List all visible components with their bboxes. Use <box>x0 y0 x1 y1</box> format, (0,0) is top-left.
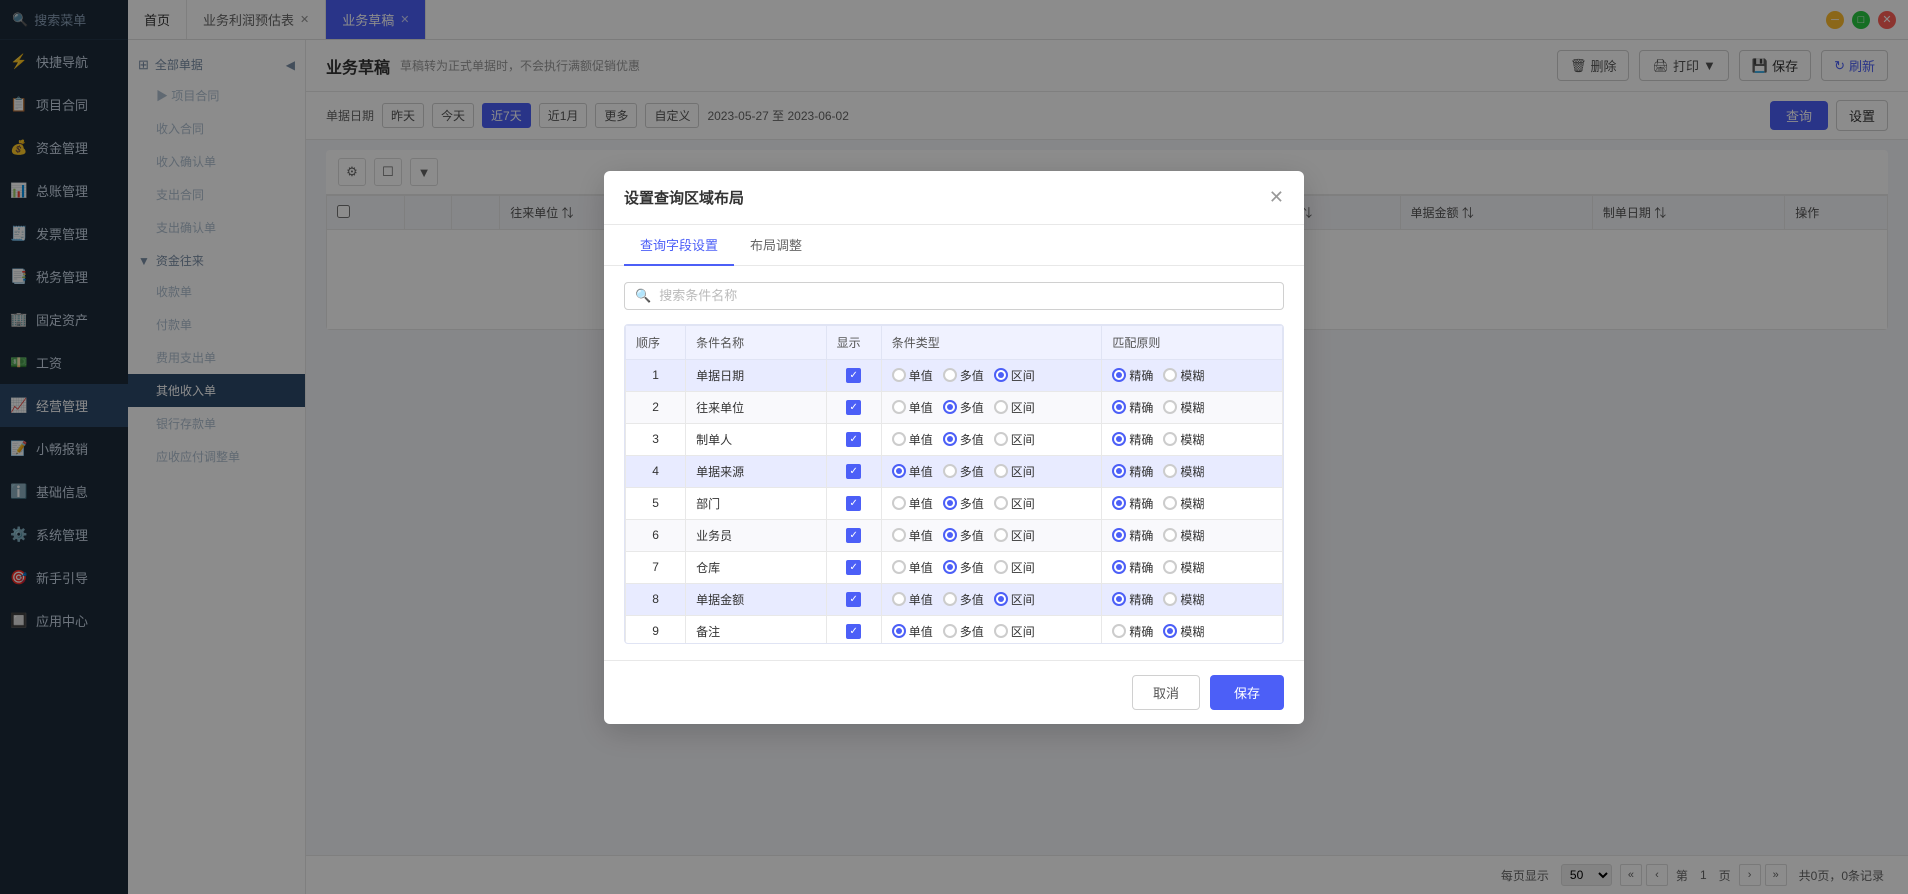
modal-search-icon: 🔍 <box>635 288 651 304</box>
cancel-button[interactable]: 取消 <box>1132 675 1200 710</box>
modal-tab-layout[interactable]: 布局调整 <box>734 225 818 266</box>
table-row: 4 单据来源 ✓ 单值 多值 区间 <box>626 455 1283 487</box>
table-row: 9 备注 ✓ 单值 多值 区间 <box>626 615 1283 644</box>
table-row: 1 单据日期 ✓ 单值 多值 区间 <box>626 359 1283 391</box>
modal-table-wrap: 顺序 条件名称 显示 条件类型 匹配原则 1 单据日期 ✓ <box>624 324 1284 644</box>
settings-modal: 设置查询区域布局 ✕ 查询字段设置 布局调整 🔍 <box>604 171 1304 724</box>
show-checkbox-1[interactable]: ✓ <box>846 368 861 383</box>
table-row: 3 制单人 ✓ 单值 多值 区间 <box>626 423 1283 455</box>
modal-header: 设置查询区域布局 ✕ <box>604 171 1304 225</box>
table-row: 5 部门 ✓ 单值 多值 区间 <box>626 487 1283 519</box>
modal-title: 设置查询区域布局 <box>624 187 744 208</box>
modal-save-button[interactable]: 保存 <box>1210 675 1284 710</box>
modal-close-button[interactable]: ✕ <box>1269 188 1284 206</box>
show-checkbox-4[interactable]: ✓ <box>846 464 861 479</box>
match-exact-1[interactable]: 精确 <box>1112 367 1153 384</box>
modal-tab-fields[interactable]: 查询字段设置 <box>624 225 734 266</box>
show-checkbox-8[interactable]: ✓ <box>846 592 861 607</box>
modal-footer: 取消 保存 <box>604 660 1304 724</box>
show-checkbox-5[interactable]: ✓ <box>846 496 861 511</box>
table-row: 6 业务员 ✓ 单值 多值 区间 <box>626 519 1283 551</box>
modal-table: 顺序 条件名称 显示 条件类型 匹配原则 1 单据日期 ✓ <box>625 325 1283 644</box>
match-fuzzy-1[interactable]: 模糊 <box>1163 367 1204 384</box>
modal-search-box: 🔍 <box>624 282 1284 310</box>
modal-body: 🔍 顺序 条件名称 显示 条件类型 匹配原则 <box>604 266 1304 660</box>
show-checkbox-2[interactable]: ✓ <box>846 400 861 415</box>
cond-single-1[interactable]: 单值 <box>892 367 933 384</box>
table-row: 7 仓库 ✓ 单值 多值 区间 <box>626 551 1283 583</box>
show-checkbox-3[interactable]: ✓ <box>846 432 861 447</box>
cond-range-1[interactable]: 区间 <box>994 367 1035 384</box>
show-checkbox-9[interactable]: ✓ <box>846 624 861 639</box>
table-row: 8 单据金额 ✓ 单值 多值 区间 <box>626 583 1283 615</box>
modal-overlay[interactable]: 设置查询区域布局 ✕ 查询字段设置 布局调整 🔍 <box>0 0 1908 894</box>
modal-tabs: 查询字段设置 布局调整 <box>604 225 1304 266</box>
cond-multi-1[interactable]: 多值 <box>943 367 984 384</box>
show-checkbox-6[interactable]: ✓ <box>846 528 861 543</box>
modal-search-input[interactable] <box>659 288 1273 303</box>
show-checkbox-7[interactable]: ✓ <box>846 560 861 575</box>
table-row: 2 往来单位 ✓ 单值 多值 区间 <box>626 391 1283 423</box>
